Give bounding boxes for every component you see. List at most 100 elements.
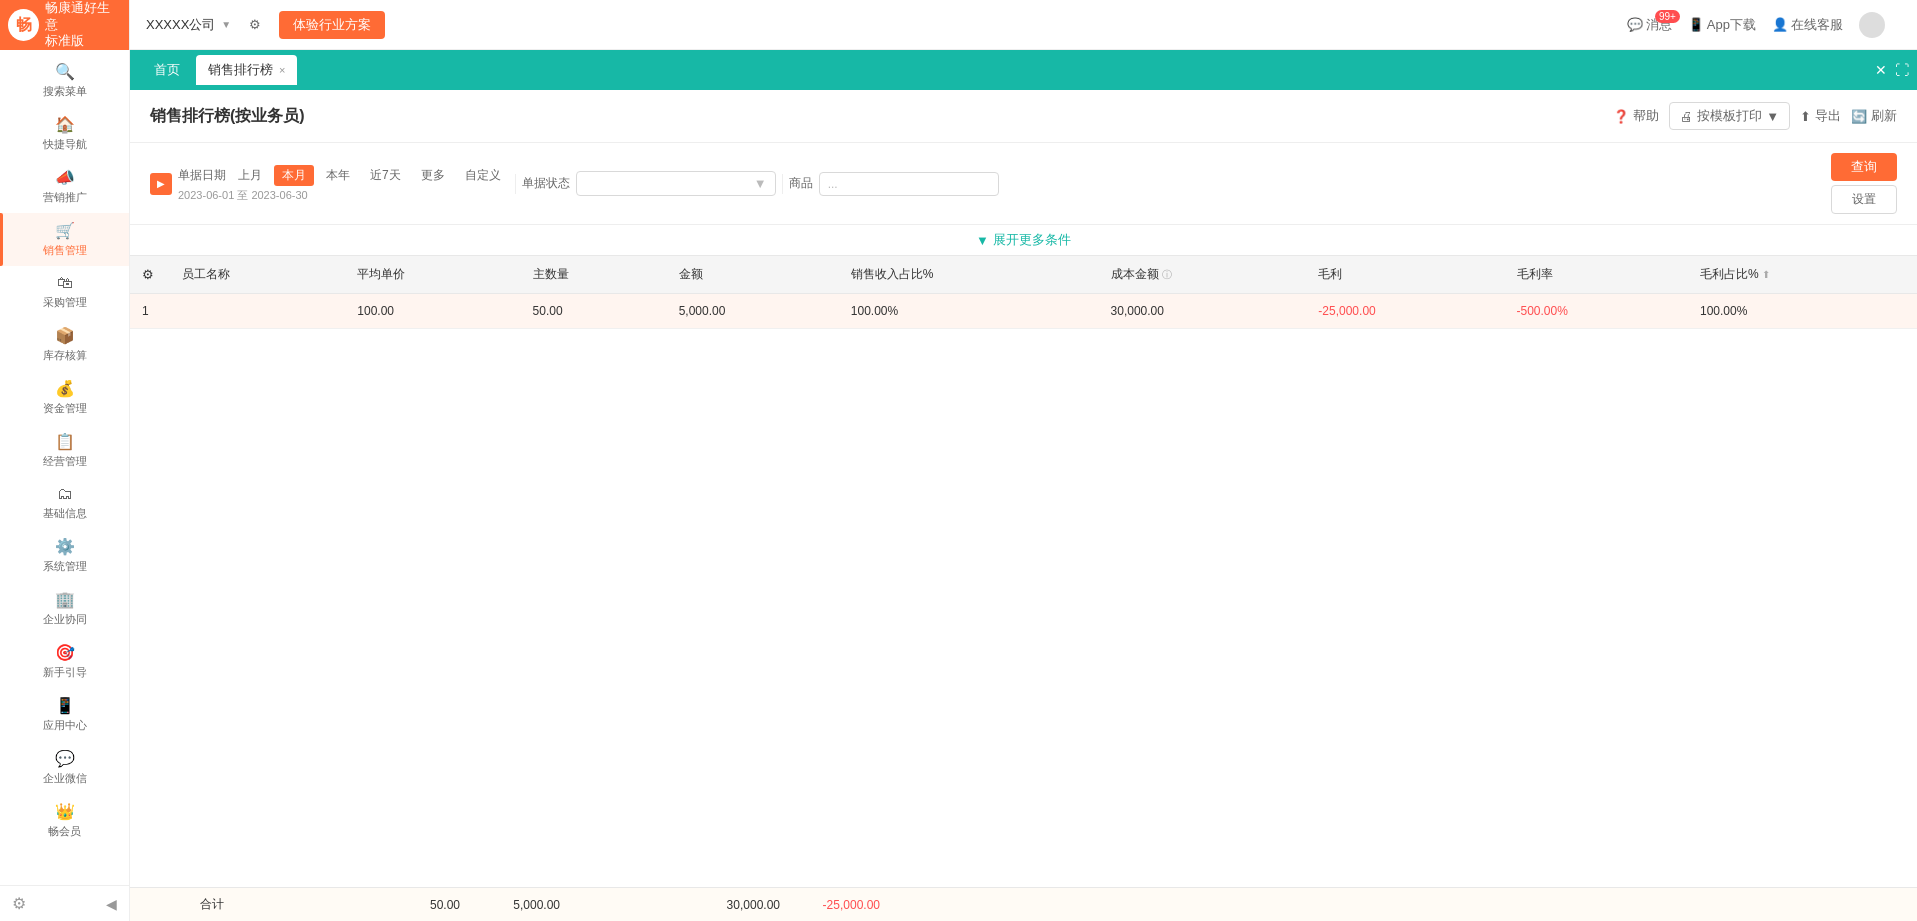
cell-gross: -25,000.00 [1306,294,1504,329]
date-opt-7days[interactable]: 近7天 [362,165,409,186]
print-button[interactable]: 🖨 按模板打印 ▼ [1669,102,1790,130]
expand-label: 展开更多条件 [993,231,1071,249]
footer-main-qty: 50.00 [380,898,460,912]
top-right-actions: 💬 消息 99+ 📱 App下载 👤 在线客服 [1627,12,1901,38]
app-icon: 📱 [1688,17,1704,32]
sidebar-icon-appstore: 📱 [55,696,75,715]
window-close-icon[interactable]: ✕ [1875,62,1887,78]
sidebar-icon-marketing: 📣 [55,168,75,187]
date-opt-last-month[interactable]: 上月 [230,165,270,186]
service-label: 在线客服 [1791,16,1843,34]
logo: 畅 畅康通好生意 标准版 [0,0,129,50]
export-button[interactable]: ⬆ 导出 [1800,107,1841,125]
sidebar-label-marketing: 营销推广 [43,190,87,205]
table-settings-button[interactable]: 设置 [1831,185,1897,214]
filter-right-buttons: 查询 设置 [1831,153,1897,214]
refresh-icon: 🔄 [1851,109,1867,124]
refresh-label: 刷新 [1871,107,1897,125]
sidebar-nav: 🔍 搜索菜单 🏠 快捷导航 📣 营销推广 🛒 销售管理 🛍 采购管理 📦 库存核… [0,50,129,885]
export-icon: ⬆ [1800,109,1811,124]
sidebar-item-corp[interactable]: 🏢 企业协同 [0,582,129,635]
date-opt-this-year[interactable]: 本年 [318,165,358,186]
tab-sales-ranking[interactable]: 销售排行榜 × [196,55,297,85]
sidebar-item-wechat[interactable]: 💬 企业微信 [0,741,129,794]
sidebar-label-sales: 销售管理 [43,243,87,258]
app-label: App下载 [1707,16,1756,34]
footer-gross: -25,000.00 [800,898,880,912]
logo-line1: 畅康通好生意 [45,0,121,33]
sidebar-collapse-icon[interactable]: ◀ [106,896,117,912]
sidebar-item-appstore[interactable]: 📱 应用中心 [0,688,129,741]
goods-select-value: ... [828,177,990,191]
company-select[interactable]: XXXXX公司 ▼ [146,16,231,34]
export-label: 导出 [1815,107,1841,125]
app-download-button[interactable]: 📱 App下载 [1688,16,1756,34]
settings-button[interactable]: ⚙ [241,11,269,39]
sidebar-item-finance[interactable]: 💰 资金管理 [0,371,129,424]
goods-select[interactable]: ... [819,172,999,196]
filter-toggle-icon[interactable]: ▶ [150,173,172,195]
column-settings-icon[interactable]: ⚙ [142,267,154,282]
query-button[interactable]: 查询 [1831,153,1897,181]
print-chevron-icon: ▼ [1766,109,1779,124]
date-opt-more[interactable]: 更多 [413,165,453,186]
online-service-button[interactable]: 👤 在线客服 [1772,16,1843,34]
filter-bar: ▶ 单据日期 上月 本月 本年 近7天 更多 自定义 2 [130,143,1917,225]
status-select[interactable]: ▼ [576,171,776,196]
window-expand-icon[interactable]: ⛶ [1895,62,1909,78]
status-select-chevron: ▼ [754,176,767,191]
sidebar-icon-sales: 🛒 [55,221,75,240]
sidebar-item-basic[interactable]: 🗂 基础信息 [0,477,129,529]
th-gross-pct: 毛利占比% ⬆ [1688,256,1917,294]
help-label: 帮助 [1633,107,1659,125]
sidebar-item-ops[interactable]: 📋 经营管理 [0,424,129,477]
help-icon: ❓ [1613,109,1629,124]
expand-conditions-button[interactable]: ▼ 展开更多条件 [976,231,1071,249]
date-opt-custom[interactable]: 自定义 [457,165,509,186]
sidebar-item-guide[interactable]: 🎯 新手引导 [0,635,129,688]
date-options: 上月 本月 本年 近7天 更多 自定义 [230,165,509,186]
sidebar-label-system: 系统管理 [43,559,87,574]
chevron-down-icon: ▼ [221,19,231,30]
date-opt-this-month[interactable]: 本月 [274,165,314,186]
sidebar-item-search[interactable]: 🔍 搜索菜单 [0,54,129,107]
tab-home[interactable]: 首页 [138,53,196,87]
sidebar-icon-finance: 💰 [55,379,75,398]
cell-gross-rate: -500.00% [1505,294,1689,329]
sidebar-item-member[interactable]: 👑 畅会员 [0,794,129,847]
refresh-button[interactable]: 🔄 刷新 [1851,107,1897,125]
sidebar-label-shortcut: 快捷导航 [43,137,87,152]
sidebar-settings-icon[interactable]: ⚙ [12,894,26,913]
gross-pct-info-icon: ⬆ [1762,269,1770,280]
sidebar-icon-corp: 🏢 [55,590,75,609]
sidebar-item-system[interactable]: ⚙️ 系统管理 [0,529,129,582]
th-main-qty: 主数量 [521,256,667,294]
user-avatar[interactable] [1859,12,1885,38]
sidebar-item-sales[interactable]: 🛒 销售管理 [0,213,129,266]
sidebar-item-shortcut[interactable]: 🏠 快捷导航 [0,107,129,160]
print-icon: 🖨 [1680,109,1693,124]
sidebar-icon-guide: 🎯 [55,643,75,662]
filter-arrow-btn[interactable]: ▶ [150,173,172,195]
sidebar-item-purchase[interactable]: 🛍 采购管理 [0,266,129,318]
tab-close-icon[interactable]: × [279,64,285,76]
sidebar-item-marketing[interactable]: 📣 营销推广 [0,160,129,213]
sidebar-icon-shortcut: 🏠 [55,115,75,134]
sidebar-icon-basic: 🗂 [57,485,73,503]
sidebar-icon-inventory: 📦 [55,326,75,345]
help-button[interactable]: ❓ 帮助 [1613,107,1659,125]
trial-button[interactable]: 体验行业方案 [279,11,385,39]
sidebar-label-finance: 资金管理 [43,401,87,416]
logo-line2: 标准版 [45,33,121,50]
sidebar-label-search: 搜索菜单 [43,84,87,99]
page-header: 销售排行榜(按业务员) ❓ 帮助 🖨 按模板打印 ▼ ⬆ 导出 🔄 刷新 [130,90,1917,143]
content-area: 销售排行榜(按业务员) ❓ 帮助 🖨 按模板打印 ▼ ⬆ 导出 🔄 刷新 [130,90,1917,921]
footer-total-label: 合计 [200,896,260,913]
message-button[interactable]: 💬 消息 99+ [1627,16,1672,34]
cell-main-qty: 50.00 [521,294,667,329]
status-label: 单据状态 [522,175,570,192]
tab-bar: 首页 销售排行榜 × ✕ ⛶ [130,50,1917,90]
sidebar-item-inventory[interactable]: 📦 库存核算 [0,318,129,371]
sidebar-footer: ⚙ ◀ [0,885,129,921]
sidebar-icon-purchase: 🛍 [57,274,73,292]
